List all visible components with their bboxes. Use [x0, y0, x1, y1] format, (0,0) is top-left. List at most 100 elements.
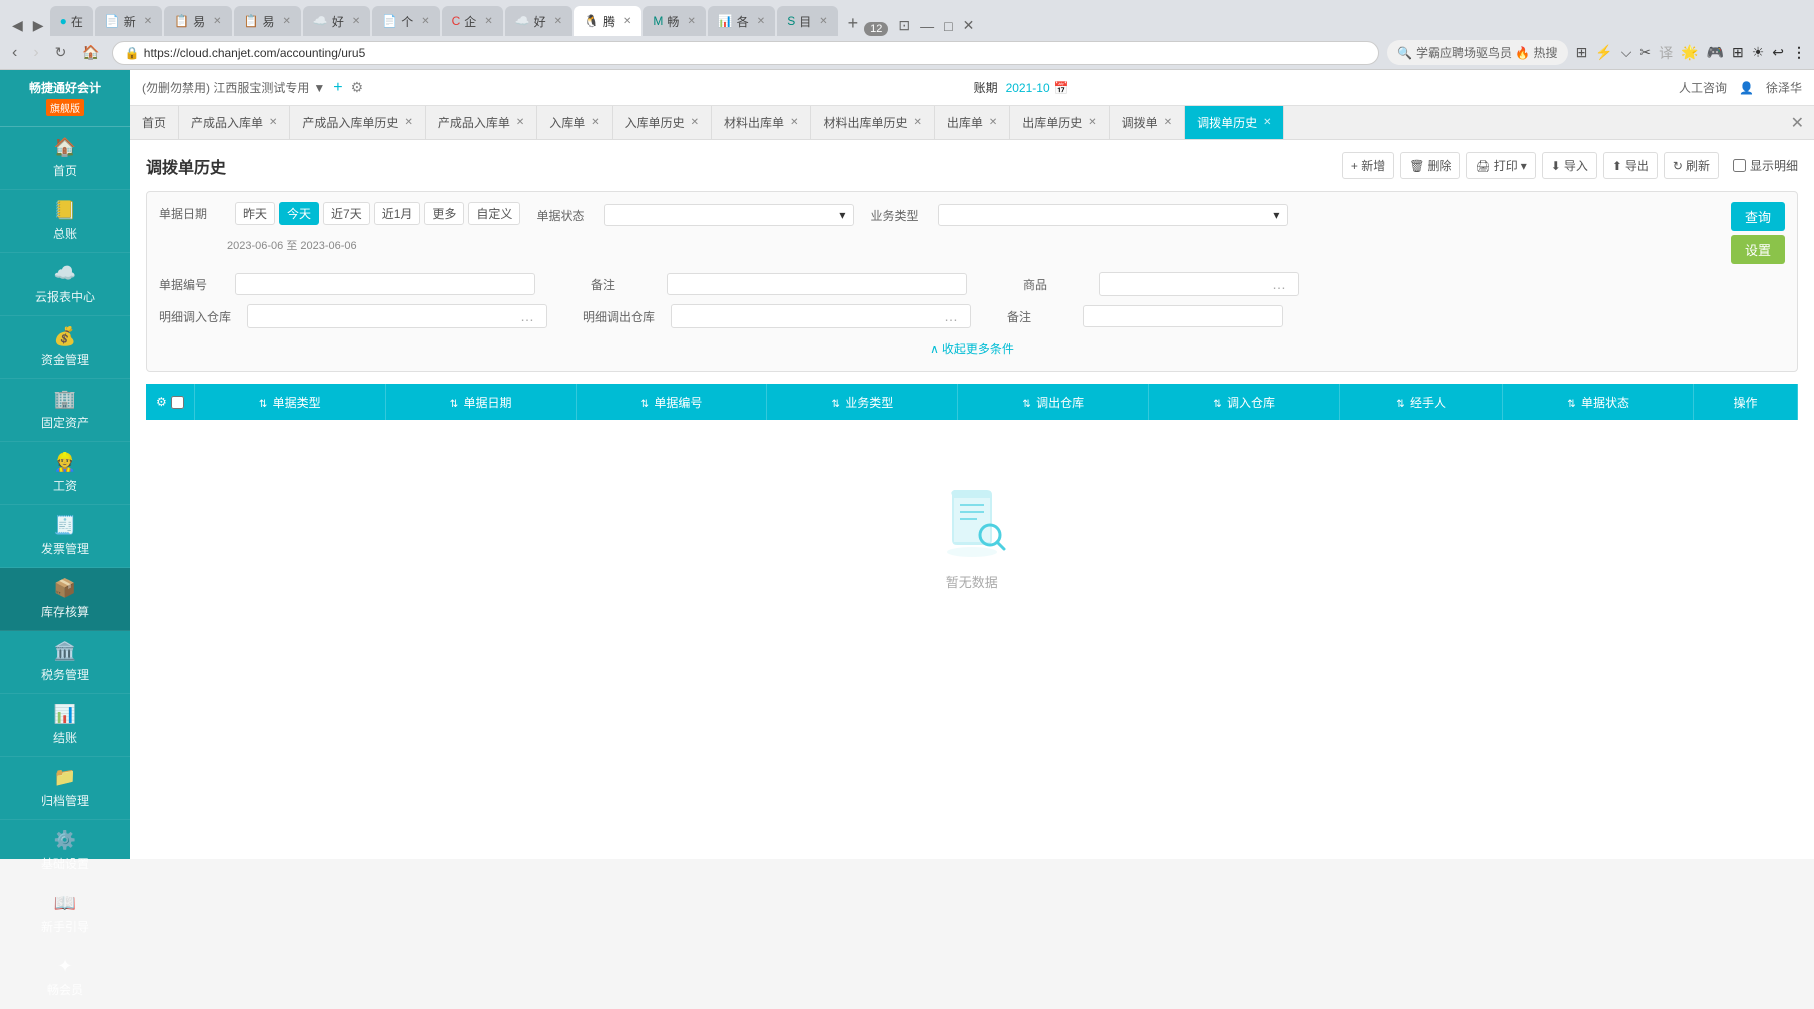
- collapse-btn[interactable]: ∧ 收起更多条件: [930, 340, 1014, 357]
- page-tab-10-close[interactable]: ✕: [1164, 117, 1172, 128]
- th-in-warehouse[interactable]: ⇅ 调入仓库: [1149, 384, 1340, 420]
- browser-tab-5[interactable]: 📄 个 ✕: [372, 6, 439, 36]
- billno-input[interactable]: [235, 273, 535, 295]
- query-btn[interactable]: 查询: [1731, 202, 1785, 231]
- th-status[interactable]: ⇅ 单据状态: [1503, 384, 1694, 420]
- page-tab-home[interactable]: 首页: [130, 106, 179, 140]
- date-btn-yesterday[interactable]: 昨天: [235, 202, 275, 225]
- sidebar-item-home[interactable]: 🏠 首页: [0, 127, 130, 190]
- back-button[interactable]: ◀: [8, 15, 27, 36]
- print-btn[interactable]: 🖨 打印 ▾: [1466, 152, 1535, 179]
- export-btn[interactable]: ⬆ 导出: [1603, 152, 1658, 179]
- detail-out-more[interactable]: …: [940, 308, 962, 324]
- browser-tab-9[interactable]: 📊 各 ✕: [708, 6, 775, 36]
- delete-btn[interactable]: 🗑 删除: [1400, 152, 1460, 179]
- display-toggle-checkbox[interactable]: [1733, 159, 1746, 172]
- browser-tab-0[interactable]: ● 在: [50, 6, 93, 36]
- detail-in-more[interactable]: …: [516, 308, 538, 324]
- translate-icon[interactable]: 译: [1659, 43, 1673, 63]
- page-tab-5[interactable]: 入库单历史 ✕: [613, 106, 712, 140]
- goods-more-btn[interactable]: …: [1268, 276, 1290, 292]
- page-tab-3-close[interactable]: ✕: [516, 117, 524, 128]
- sidebar-item-inventory[interactable]: 📦 库存核算: [0, 568, 130, 631]
- page-tab-1-close[interactable]: ✕: [269, 117, 277, 128]
- biztype-select[interactable]: ▾: [938, 204, 1288, 226]
- page-tab-8-close[interactable]: ✕: [989, 117, 997, 128]
- search-box[interactable]: 🔍 学霸应聘场驱鸟员 🔥 热搜: [1387, 40, 1568, 65]
- new-btn[interactable]: + 新增: [1342, 152, 1394, 179]
- page-tab-11[interactable]: 调拨单历史 ✕: [1185, 106, 1284, 140]
- new-tab-button[interactable]: +: [844, 11, 863, 36]
- sidebar-item-tax[interactable]: 🏛️ 税务管理: [0, 631, 130, 694]
- sidebar-item-closing[interactable]: 📊 结账: [0, 694, 130, 757]
- th-biz-type[interactable]: ⇅ 业务类型: [767, 384, 958, 420]
- browser-tab-active[interactable]: 🐧 腾 ✕: [574, 6, 641, 36]
- sidebar-item-wages[interactable]: 👷 工资: [0, 442, 130, 505]
- page-tab-9[interactable]: 出库单历史 ✕: [1010, 106, 1109, 140]
- sidebar-item-reports[interactable]: ☁️ 云报表中心: [0, 253, 130, 316]
- sidebar-item-invoice[interactable]: 🧾 发票管理: [0, 505, 130, 568]
- minimize-button[interactable]: —: [916, 16, 938, 36]
- date-btn-1month[interactable]: 近1月: [374, 202, 421, 225]
- tab-close-8[interactable]: ✕: [687, 16, 695, 27]
- tab-close-2[interactable]: ✕: [213, 16, 221, 27]
- note2-input[interactable]: [1083, 305, 1283, 327]
- sidebar-item-assets[interactable]: 🏢 固定资产: [0, 379, 130, 442]
- maximize-button[interactable]: □: [940, 16, 956, 36]
- browser-tab-2[interactable]: 📋 易 ✕: [164, 6, 231, 36]
- company-settings-icon[interactable]: ⚙: [351, 79, 364, 96]
- page-tab-4-close[interactable]: ✕: [591, 117, 599, 128]
- browser-tab-7[interactable]: ☁️ 好 ✕: [505, 6, 572, 36]
- page-tab-2[interactable]: 产成品入库单历史 ✕: [290, 106, 425, 140]
- detail-out-select[interactable]: …: [671, 304, 971, 328]
- extensions-button[interactable]: ⊡: [894, 15, 914, 36]
- th-gear[interactable]: ⚙: [146, 384, 194, 420]
- star-icon[interactable]: 🌟: [1681, 44, 1698, 61]
- note-input[interactable]: [667, 273, 967, 295]
- browser-tab-6[interactable]: C 企 ✕: [442, 6, 503, 36]
- browser-tab-8[interactable]: M 畅 ✕: [643, 6, 705, 36]
- history-icon[interactable]: ↩: [1772, 44, 1784, 61]
- th-handler[interactable]: ⇅ 经手人: [1340, 384, 1503, 420]
- scissors-icon[interactable]: ✂: [1639, 44, 1651, 61]
- tab-close-5[interactable]: ✕: [421, 16, 429, 27]
- nav-home[interactable]: 🏠: [78, 42, 103, 63]
- nav-back[interactable]: ‹: [8, 42, 21, 64]
- address-input[interactable]: 🔒 https://cloud.chanjet.com/accounting/u…: [112, 41, 1379, 65]
- close-window-button[interactable]: ✕: [959, 15, 979, 36]
- sidebar-item-settings[interactable]: ⚙️ 基础设置: [0, 820, 130, 883]
- page-tab-6[interactable]: 材料出库单 ✕: [712, 106, 811, 140]
- page-tab-2-close[interactable]: ✕: [404, 117, 412, 128]
- import-btn[interactable]: ⬇ 导入: [1542, 152, 1597, 179]
- tab-close-3[interactable]: ✕: [283, 16, 291, 27]
- game-icon[interactable]: 🎮: [1707, 44, 1724, 61]
- tab-close-9[interactable]: ✕: [757, 16, 765, 27]
- tab-close-1[interactable]: ✕: [144, 16, 152, 27]
- tab-close-active[interactable]: ✕: [623, 16, 631, 27]
- company-selector[interactable]: (勿删勿禁用) 江西服宝测试专用 ▼: [142, 79, 325, 96]
- tab-nav-close-btn[interactable]: ✕: [1781, 113, 1814, 133]
- extensions-icon[interactable]: ⊞: [1576, 44, 1588, 61]
- theme-icon[interactable]: ☀: [1752, 44, 1765, 61]
- lightning-icon[interactable]: ⚡: [1595, 44, 1612, 61]
- browser-tab-1[interactable]: 📄 新 ✕: [95, 6, 162, 36]
- date-btn-custom[interactable]: 自定义: [468, 202, 520, 225]
- page-tab-8[interactable]: 出库单 ✕: [935, 106, 1010, 140]
- tab-close-4[interactable]: ✕: [352, 16, 360, 27]
- page-tab-7[interactable]: 材料出库单历史 ✕: [811, 106, 934, 140]
- display-toggle[interactable]: 显示明细: [1733, 157, 1798, 174]
- tab-close-10[interactable]: ✕: [819, 16, 827, 27]
- page-tab-4[interactable]: 入库单 ✕: [537, 106, 612, 140]
- goods-select[interactable]: …: [1099, 272, 1299, 296]
- grid-icon[interactable]: ⊞: [1732, 44, 1744, 61]
- th-bill-number[interactable]: ⇅ 单据编号: [576, 384, 767, 420]
- gear-icon[interactable]: ⚙: [156, 395, 167, 409]
- page-tab-6-close[interactable]: ✕: [790, 117, 798, 128]
- page-tab-3[interactable]: 产成品入库单 ✕: [426, 106, 537, 140]
- date-btn-today[interactable]: 今天: [279, 202, 319, 225]
- status-select[interactable]: ▾: [604, 204, 854, 226]
- sidebar-item-archive[interactable]: 📁 归档管理: [0, 757, 130, 820]
- settings-btn[interactable]: 设置: [1731, 235, 1785, 264]
- page-tab-1[interactable]: 产成品入库单 ✕: [179, 106, 290, 140]
- nav-forward[interactable]: ›: [29, 42, 42, 64]
